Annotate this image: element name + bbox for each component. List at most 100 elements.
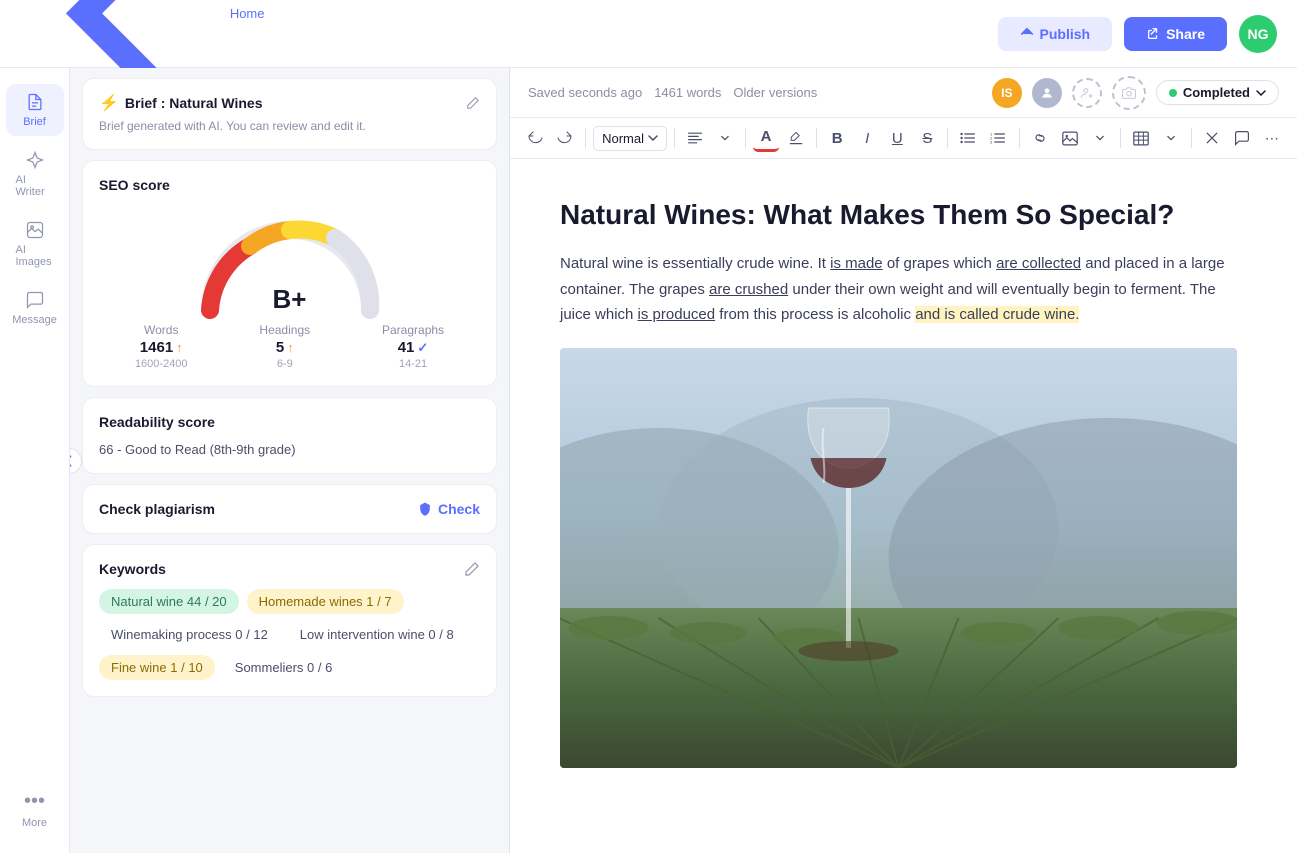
more-options-button[interactable]: ⋯ [1259, 124, 1285, 152]
older-versions-link[interactable]: Older versions [733, 85, 817, 100]
inline-link-1: is made [830, 255, 883, 272]
completed-badge[interactable]: Completed [1156, 80, 1279, 105]
sidebar-item-ai-writer[interactable]: AI Writer [6, 142, 64, 206]
style-chevron-icon [648, 135, 658, 141]
sidebar-item-ai-images[interactable]: AI Images [6, 212, 64, 276]
publish-label: Publish [1040, 26, 1091, 42]
brief-section: ⚡ Brief : Natural Wines Brief generated … [82, 78, 497, 150]
redo-button[interactable] [552, 124, 578, 152]
divider-8 [1191, 128, 1192, 148]
link-button[interactable] [1026, 124, 1052, 152]
words-stat: Words 1461 ↑ 1600-2400 [135, 323, 188, 370]
table-chevron-button[interactable] [1158, 124, 1184, 152]
collapse-panel-button[interactable] [70, 448, 82, 474]
inline-link-2: are collected [996, 255, 1081, 272]
brief-title: ⚡ Brief : Natural Wines [99, 93, 480, 113]
top-header: Home Natural Wines - Why Try Them Apply … [0, 0, 1297, 68]
image-button[interactable] [1057, 124, 1083, 152]
topbar-right: IS [992, 76, 1279, 110]
words-arrow-icon: ↑ [176, 340, 183, 355]
bold-button[interactable]: B [824, 124, 850, 152]
camera-button[interactable] [1112, 76, 1146, 110]
headings-arrow-icon: ↑ [287, 340, 294, 355]
sidebar-item-more[interactable]: ••• More [6, 782, 64, 837]
table-button[interactable] [1128, 124, 1154, 152]
seo-title: SEO score [99, 177, 480, 193]
sidebar-item-message[interactable]: Message [6, 282, 64, 334]
inline-link-4: is produced [638, 306, 716, 323]
readability-title: Readability score [99, 414, 480, 430]
numbered-list-button[interactable]: 1 2 3 [985, 124, 1011, 152]
keyword-tag-fine-wine[interactable]: Fine wine 1 / 10 [99, 655, 215, 680]
font-color-button[interactable]: A [753, 124, 779, 152]
publish-button[interactable]: Publish [998, 17, 1113, 51]
bullet-list-button[interactable] [955, 124, 981, 152]
keyword-tag-winemaking[interactable]: Winemaking process 0 / 12 [99, 622, 280, 647]
undo-button[interactable] [522, 124, 548, 152]
link-icon [1032, 130, 1048, 146]
align-chevron-button[interactable] [712, 124, 738, 152]
paragraphs-range: 14-21 [399, 358, 427, 370]
align-button[interactable] [682, 124, 708, 152]
keywords-header: Keywords [99, 561, 480, 577]
add-collaborator-button[interactable] [1072, 78, 1102, 108]
seo-gauge: B+ [99, 205, 480, 315]
style-selector[interactable]: Normal [593, 126, 667, 151]
sidebar-item-brief[interactable]: Brief [6, 84, 64, 136]
align-icon [687, 131, 703, 145]
brief-icon [25, 92, 45, 112]
paragraphs-label: Paragraphs [382, 323, 444, 337]
paragraphs-check-icon: ✓ [417, 340, 428, 356]
italic-button[interactable]: I [854, 124, 880, 152]
keyword-tag-homemade-wines[interactable]: Homemade wines 1 / 7 [247, 589, 404, 614]
editor-content[interactable]: Natural Wines: What Makes Them So Specia… [510, 159, 1297, 853]
share-button[interactable]: Share [1124, 17, 1227, 51]
header-actions: Publish Share NG [998, 15, 1277, 53]
sidebar: Brief AI Writer AI Images Message ••• Mo… [0, 68, 70, 853]
brief-title-text: Brief : Natural Wines [125, 95, 263, 111]
check-plagiarism-button[interactable]: Check [417, 501, 480, 517]
highlighted-text: and is called crude wine. [915, 306, 1079, 323]
divider-3 [745, 128, 746, 148]
words-value: 1461 ↑ [140, 339, 183, 356]
align-chevron-icon [721, 135, 729, 141]
keywords-title: Keywords [99, 561, 166, 577]
redo-icon [557, 130, 573, 146]
comment-button[interactable] [1229, 124, 1255, 152]
ai-images-icon [25, 220, 45, 240]
inline-link-3: are crushed [709, 281, 788, 298]
edit-keywords-icon[interactable] [464, 561, 480, 577]
clear-format-button[interactable] [1199, 124, 1225, 152]
highlight-button[interactable] [783, 124, 809, 152]
clear-format-icon [1204, 130, 1220, 146]
image-chevron-button[interactable] [1087, 124, 1113, 152]
check-label: Check [438, 501, 480, 517]
underline-button[interactable]: U [884, 124, 910, 152]
article-heading: Natural Wines: What Makes Them So Specia… [560, 199, 1237, 231]
strikethrough-button[interactable]: S [914, 124, 940, 152]
keyword-tag-natural-wine[interactable]: Natural wine 44 / 20 [99, 589, 239, 614]
user-avatar[interactable]: NG [1239, 15, 1277, 53]
shield-icon [417, 501, 433, 517]
ai-images-label: AI Images [16, 244, 54, 268]
style-label: Normal [602, 131, 644, 146]
headings-number: 5 [276, 339, 284, 356]
words-number: 1461 [140, 339, 173, 356]
more-dots-icon: ••• [24, 790, 45, 813]
toolbar: Normal A [510, 118, 1297, 159]
wine-vineyard-image [560, 348, 1237, 768]
avatar-grey[interactable] [1032, 78, 1062, 108]
share-label: Share [1166, 26, 1205, 42]
keyword-tag-low-intervention[interactable]: Low intervention wine 0 / 8 [288, 622, 466, 647]
edit-brief-icon[interactable] [466, 96, 480, 110]
words-label: Words [144, 323, 178, 337]
stats-row: Words 1461 ↑ 1600-2400 Headings 5 ↑ 6-9 [99, 323, 480, 370]
svg-text:3: 3 [990, 140, 993, 145]
completed-dot-icon [1169, 89, 1177, 97]
image-icon [1062, 131, 1078, 146]
divider-2 [674, 128, 675, 148]
keyword-tag-sommeliers[interactable]: Sommeliers 0 / 6 [223, 655, 345, 680]
camera-icon [1122, 86, 1136, 100]
table-chevron-icon [1167, 135, 1175, 141]
seo-section: SEO score B+ [82, 160, 497, 387]
